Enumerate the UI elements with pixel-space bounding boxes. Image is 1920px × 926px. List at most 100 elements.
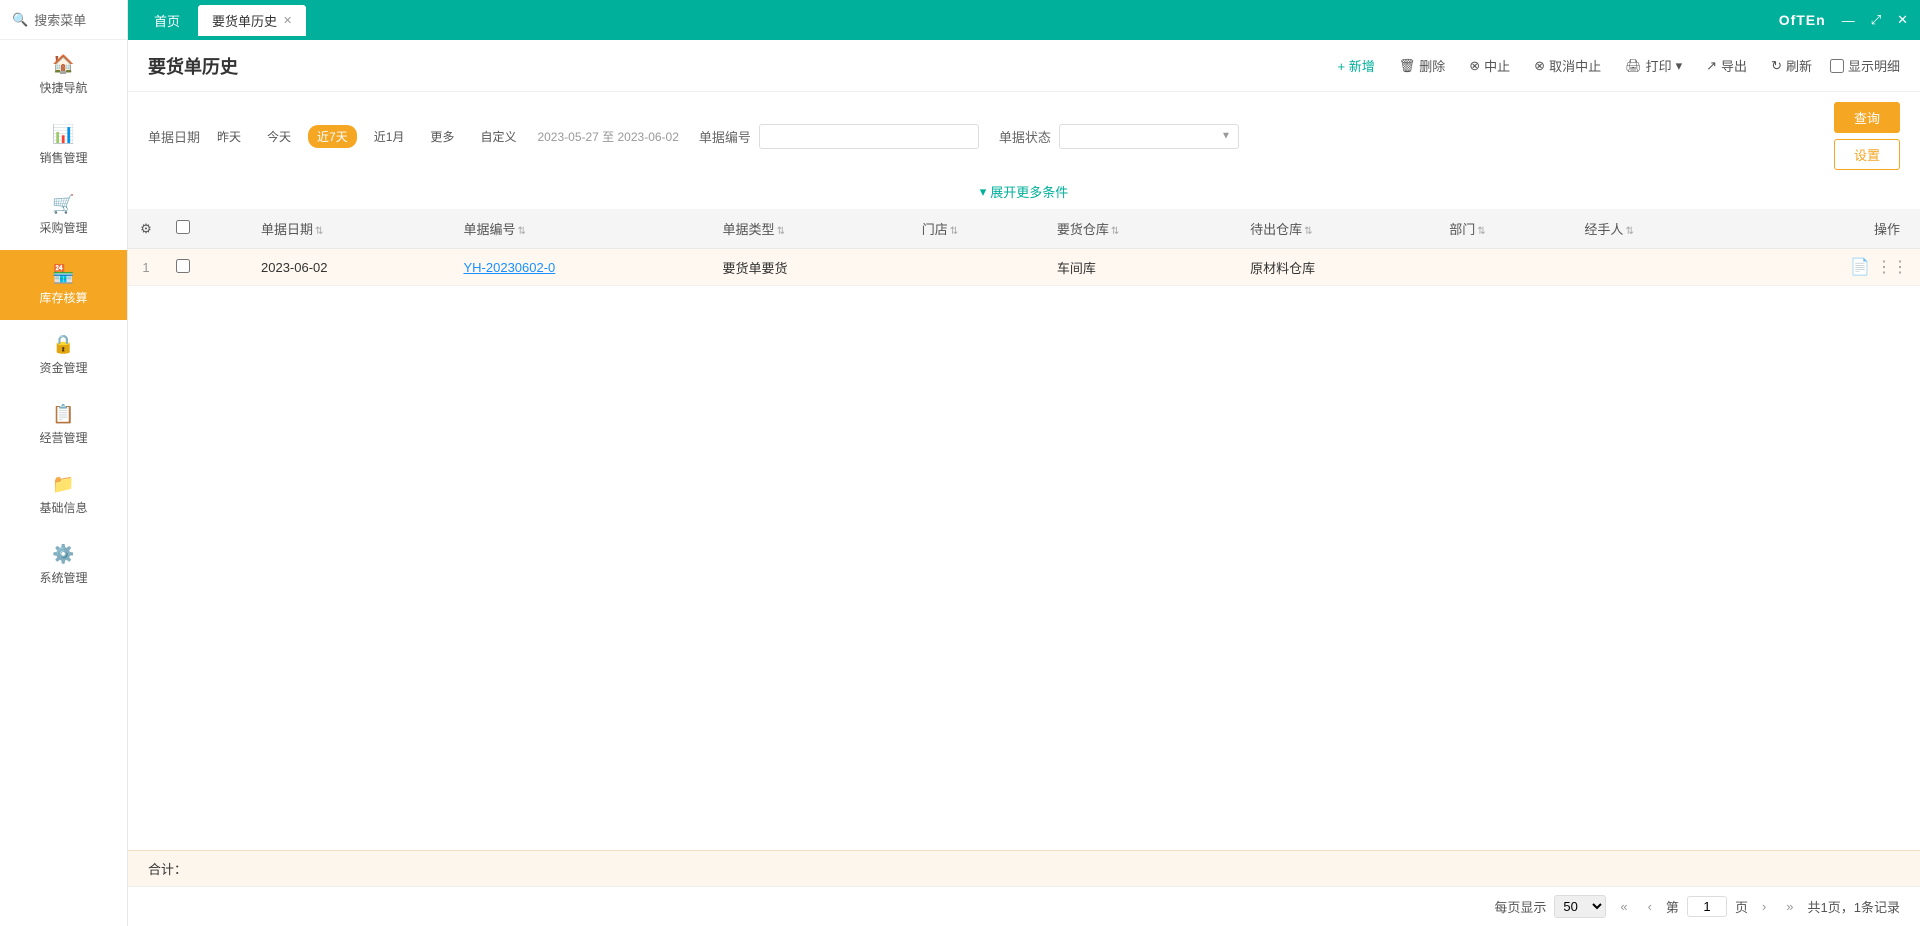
topnav: 首页 要货单历史 ✕ OfTEn — ⤢ ✕ <box>128 0 1920 40</box>
window-close-icon[interactable]: ✕ <box>1897 12 1908 28</box>
date-range-display: 2023-05-27 至 2023-06-02 <box>537 128 678 145</box>
sidebar: 🔍 搜索菜单 🏠 快捷导航 📊 销售管理 🛒 采购管理 🏪 库存核算 🔒 资金管… <box>0 0 128 926</box>
tab-home-label: 首页 <box>154 11 180 30</box>
search-icon: 🔍 <box>12 12 28 28</box>
th-pending-warehouse[interactable]: 待出仓库⇅ <box>1238 209 1437 249</box>
th-dept[interactable]: 部门⇅ <box>1437 209 1572 249</box>
print-dropdown-icon: ▾ <box>1676 58 1683 74</box>
th-operation: 操作 <box>1737 209 1920 249</box>
total-pages-info: 共1页，1条记录 <box>1808 897 1900 916</box>
chart-icon: 📊 <box>52 124 74 145</box>
print-icon: 🖨 <box>1625 58 1642 74</box>
delete-button[interactable]: 🗑 删除 <box>1393 52 1452 79</box>
export-button[interactable]: ↗ 导出 <box>1700 52 1753 79</box>
page-suffix: 页 <box>1735 897 1748 916</box>
date-btn-yesterday[interactable]: 昨天 <box>208 125 250 148</box>
date-btn-today[interactable]: 今天 <box>258 125 300 148</box>
doc-status-select-wrap <box>1059 124 1239 149</box>
display-detail-input[interactable] <box>1830 59 1844 73</box>
store-icon: 🏪 <box>52 264 74 285</box>
sidebar-item-label: 库存核算 <box>39 289 87 306</box>
tab-close-icon[interactable]: ✕ <box>283 14 292 27</box>
sidebar-item-sales[interactable]: 📊 销售管理 <box>0 110 127 180</box>
row-doc-no: YH-20230602-0 <box>451 249 710 286</box>
topnav-right: OfTEn — ⤢ ✕ <box>1779 12 1908 28</box>
total-label: 合计： <box>148 862 187 877</box>
sidebar-item-basic[interactable]: 📁 基础信息 <box>0 460 127 530</box>
display-detail-checkbox[interactable]: 显示明细 <box>1830 56 1900 75</box>
main-area: 首页 要货单历史 ✕ OfTEn — ⤢ ✕ 要货单历史 + 新增 🗑 删除 ⊗ <box>128 0 1920 926</box>
cancel-stop-icon: ⊗ <box>1534 58 1545 74</box>
sidebar-item-finance[interactable]: 🔒 资金管理 <box>0 320 127 390</box>
sidebar-search[interactable]: 🔍 搜索菜单 <box>0 0 127 40</box>
doc-status-label: 单据状态 <box>999 127 1051 146</box>
data-table: ⚙ 单据日期⇅ 单据编号⇅ 单据类型⇅ 门店⇅ 要货仓库⇅ 待出仓库⇅ 部门⇅ … <box>128 209 1920 286</box>
th-req-warehouse[interactable]: 要货仓库⇅ <box>1045 209 1238 249</box>
th-settings[interactable]: ⚙ <box>128 209 164 249</box>
cancel-stop-button[interactable]: ⊗ 取消中止 <box>1528 52 1607 79</box>
table-row[interactable]: 1 2023-06-02 YH-20230602-0 要货单要货 车间库 原材料… <box>128 249 1920 286</box>
filter-dates: 昨天 今天 近7天 近1月 更多 自定义 <box>208 125 525 148</box>
doc-no-input[interactable] <box>759 124 979 149</box>
date-btn-7days[interactable]: 近7天 <box>308 125 357 148</box>
date-btn-more[interactable]: 更多 <box>421 125 463 148</box>
pag-btn-prev[interactable]: ‹ <box>1642 897 1658 916</box>
pag-btn-next[interactable]: › <box>1756 897 1772 916</box>
brand-label: OfTEn <box>1779 12 1826 28</box>
sidebar-item-label: 销售管理 <box>39 149 87 166</box>
th-store[interactable]: 门店⇅ <box>910 209 1045 249</box>
sidebar-item-label: 系统管理 <box>39 569 87 586</box>
tab-home[interactable]: 首页 <box>140 5 194 36</box>
query-button[interactable]: 查询 <box>1834 102 1900 133</box>
doc-no-label: 单据编号 <box>699 127 751 146</box>
per-page-select[interactable]: 50 100 200 <box>1554 895 1606 918</box>
th-checkbox <box>164 209 249 249</box>
row-more-icon[interactable]: ⋮⋮ <box>1876 257 1908 277</box>
row-doc-type: 要货单要货 <box>711 249 910 286</box>
filter-row: 单据日期 昨天 今天 近7天 近1月 更多 自定义 2023-05-27 至 2… <box>148 102 1900 170</box>
print-button[interactable]: 🖨 打印 ▾ <box>1619 52 1688 79</box>
row-select-checkbox[interactable] <box>176 259 190 273</box>
window-resize-icon[interactable]: ⤢ <box>1871 12 1881 28</box>
page-input[interactable] <box>1687 896 1727 917</box>
lock-icon: 🔒 <box>52 334 74 355</box>
content-wrap: 要货单历史 + 新增 🗑 删除 ⊗ 中止 ⊗ 取消中止 🖨 打印 <box>128 40 1920 926</box>
th-doc-no[interactable]: 单据编号⇅ <box>451 209 710 249</box>
expand-filter-button[interactable]: ▾ 展开更多条件 <box>980 182 1069 201</box>
filter-action-buttons: 查询 设置 <box>1834 102 1900 170</box>
sidebar-item-label: 经营管理 <box>39 429 87 446</box>
tab-yh-history[interactable]: 要货单历史 ✕ <box>198 5 306 36</box>
table-body: 1 2023-06-02 YH-20230602-0 要货单要货 车间库 原材料… <box>128 249 1920 286</box>
stop-button[interactable]: ⊗ 中止 <box>1463 52 1516 79</box>
table-footer: 合计： <box>128 850 1920 886</box>
sidebar-item-operation[interactable]: 📋 经营管理 <box>0 390 127 460</box>
sidebar-item-quick-nav[interactable]: 🏠 快捷导航 <box>0 40 127 110</box>
sidebar-item-purchase[interactable]: 🛒 采购管理 <box>0 180 127 250</box>
window-minimize-icon[interactable]: — <box>1842 13 1855 28</box>
select-all-checkbox[interactable] <box>176 220 190 234</box>
expand-filter-label: 展开更多条件 <box>990 182 1068 201</box>
date-btn-custom[interactable]: 自定义 <box>471 125 525 148</box>
sidebar-item-inventory[interactable]: 🏪 库存核算 <box>0 250 127 320</box>
th-handler[interactable]: 经手人⇅ <box>1572 209 1736 249</box>
refresh-button[interactable]: ↻ 刷新 <box>1765 52 1818 79</box>
delete-icon: 🗑 <box>1399 58 1416 74</box>
setting-button[interactable]: 设置 <box>1834 139 1900 170</box>
th-doc-date[interactable]: 单据日期⇅ <box>249 209 451 249</box>
pag-btn-first[interactable]: « <box>1614 897 1633 916</box>
row-checkbox <box>164 249 249 286</box>
filter-section: 单据日期 昨天 今天 近7天 近1月 更多 自定义 2023-05-27 至 2… <box>128 92 1920 209</box>
date-btn-1month[interactable]: 近1月 <box>365 125 414 148</box>
sidebar-item-system[interactable]: ⚙️ 系统管理 <box>0 530 127 600</box>
row-store <box>910 249 1045 286</box>
doc-status-select[interactable] <box>1059 124 1239 149</box>
doc-no-link[interactable]: YH-20230602-0 <box>463 260 555 275</box>
stop-icon: ⊗ <box>1469 58 1480 74</box>
add-button[interactable]: + 新增 <box>1331 52 1380 79</box>
display-detail-label: 显示明细 <box>1848 56 1900 75</box>
pagination: 每页显示 50 100 200 « ‹ 第 页 › » 共1页，1条记录 <box>128 886 1920 926</box>
row-edit-icon[interactable]: 📄 <box>1850 257 1870 277</box>
th-doc-type[interactable]: 单据类型⇅ <box>711 209 910 249</box>
pag-btn-last[interactable]: » <box>1780 897 1799 916</box>
doc-status-filter-group: 单据状态 <box>999 124 1239 149</box>
